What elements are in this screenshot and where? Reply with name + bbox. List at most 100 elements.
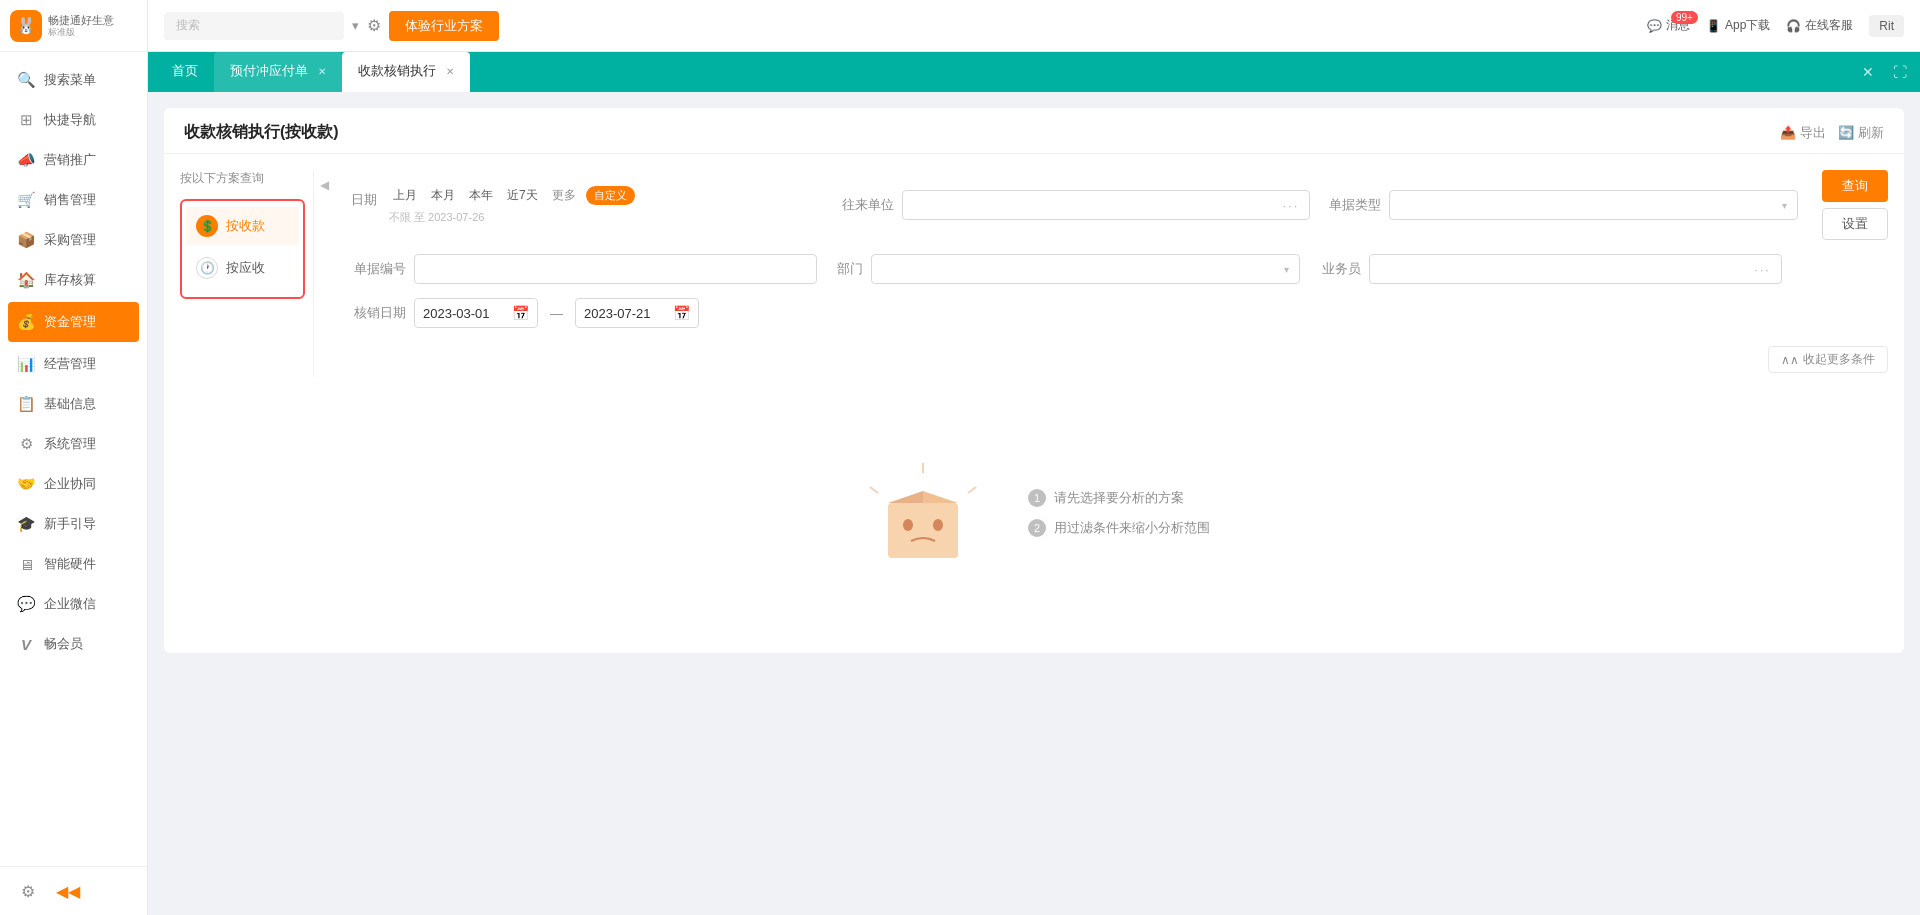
message-icon: 💬 <box>1647 19 1662 33</box>
refresh-btn[interactable]: 🔄 刷新 <box>1838 124 1884 142</box>
bill-type-label: 单据类型 <box>1326 196 1381 214</box>
sidebar-item-operations[interactable]: 📊 经营管理 <box>0 344 147 384</box>
filter-by-receipt[interactable]: 💲 按收款 <box>186 207 299 245</box>
fullscreen-icon[interactable]: ⛶ <box>1888 60 1912 84</box>
filter-by-receivable[interactable]: 🕐 按应收 <box>186 249 299 287</box>
empty-hint-2: 2 用过滤条件来缩小分析范围 <box>1028 519 1210 537</box>
date-options: 上月 本月 本年 近7天 更多 自定义 不限 至 2023-07-26 <box>389 185 635 225</box>
hint-num-2: 2 <box>1028 519 1046 537</box>
empty-hints: 1 请先选择要分析的方案 2 用过滤条件来缩小分析范围 <box>1028 489 1210 537</box>
header-search-box[interactable]: 搜索 <box>164 12 344 40</box>
partner-filter-group: 往来单位 ··· <box>839 190 1311 220</box>
partner-input[interactable]: ··· <box>902 190 1311 220</box>
svg-rect-0 <box>888 503 958 558</box>
tab-prepay[interactable]: 预付冲应付单 ✕ <box>214 52 342 92</box>
sales-icon: 🛒 <box>16 190 36 210</box>
online-service-btn[interactable]: 🎧 在线客服 <box>1786 17 1853 34</box>
tab-home[interactable]: 首页 <box>156 52 214 92</box>
date-more[interactable]: 更多 <box>548 185 580 206</box>
sidebar: 🐰 畅捷通好生意 标准版 🔍 搜索菜单 ⊞ 快捷导航 📣 营销推广 🛒 销售管理… <box>0 0 148 915</box>
header-gear-icon[interactable]: ⚙ <box>367 16 381 35</box>
date-this-month[interactable]: 本月 <box>427 185 459 206</box>
empty-illustration <box>858 453 988 573</box>
message-badge: 99+ <box>1671 11 1698 24</box>
sidebar-item-marketing[interactable]: 📣 营销推广 <box>0 140 147 180</box>
collapse-up-icon: ∧∧ <box>1781 353 1799 367</box>
receivable-option-icon: 🕐 <box>196 257 218 279</box>
svg-point-2 <box>933 519 943 531</box>
sidebar-item-member[interactable]: V 畅会员 <box>0 624 147 664</box>
sidebar-item-sales[interactable]: 🛒 销售管理 <box>0 180 147 220</box>
app-icon: 📱 <box>1706 19 1721 33</box>
dept-select[interactable]: ▾ <box>871 254 1299 284</box>
sidebar-nav: 🔍 搜索菜单 ⊞ 快捷导航 📣 营销推广 🛒 销售管理 📦 采购管理 🏠 库存核… <box>0 52 147 866</box>
sidebar-item-finance[interactable]: 💰 资金管理 <box>8 302 139 342</box>
staff-input[interactable]: ··· <box>1369 254 1782 284</box>
page-card: 收款核销执行(按收款) 📤 导出 🔄 刷新 按以下方案查询 <box>164 108 1904 653</box>
verify-date-start-wrap[interactable]: 📅 <box>414 298 538 328</box>
header-chevron-icon[interactable]: ▾ <box>352 18 359 33</box>
bill-type-select[interactable]: ▾ <box>1389 190 1798 220</box>
hardware-icon: 🖥 <box>16 554 36 574</box>
date-this-year[interactable]: 本年 <box>465 185 497 206</box>
collapse-more-btn[interactable]: ∧∧ 收起更多条件 <box>1768 346 1888 373</box>
export-btn[interactable]: 📤 导出 <box>1780 124 1826 142</box>
message-btn[interactable]: 💬 消息 99+ <box>1647 17 1690 34</box>
partner-label: 往来单位 <box>839 196 894 214</box>
sidebar-item-basicinfo[interactable]: 📋 基础信息 <box>0 384 147 424</box>
date-label: 日期 <box>351 185 381 209</box>
bill-no-input[interactable] <box>414 254 817 284</box>
user-info[interactable]: Rit <box>1869 15 1904 37</box>
empty-svg <box>858 453 988 573</box>
date-custom-badge[interactable]: 自定义 <box>586 186 635 205</box>
tab-receipt-close[interactable]: ✕ <box>446 66 454 77</box>
export-icon: 📤 <box>1780 125 1796 140</box>
svg-point-1 <box>903 519 913 531</box>
empty-state: 1 请先选择要分析的方案 2 用过滤条件来缩小分析范围 <box>164 393 1904 653</box>
query-button[interactable]: 查询 <box>1822 170 1888 202</box>
partner-dots-icon: ··· <box>1283 198 1300 213</box>
date-7days[interactable]: 近7天 <box>503 185 542 206</box>
industry-btn[interactable]: 体验行业方案 <box>389 11 499 41</box>
sidebar-item-guide[interactable]: 🎓 新手引导 <box>0 504 147 544</box>
dept-filter-group: 部门 ▾ <box>833 254 1299 284</box>
date-hint: 不限 至 2023-07-26 <box>389 210 635 225</box>
verify-date-end-wrap[interactable]: 📅 <box>575 298 699 328</box>
tab-prepay-close[interactable]: ✕ <box>318 66 326 77</box>
sidebar-item-purchase[interactable]: 📦 采购管理 <box>0 220 147 260</box>
close-tab-icon[interactable]: ✕ <box>1856 60 1880 84</box>
tab-receipt[interactable]: 收款核销执行 ✕ <box>342 52 470 92</box>
settings-button[interactable]: 设置 <box>1822 208 1888 240</box>
sidebar-item-system[interactable]: ⚙ 系统管理 <box>0 424 147 464</box>
hint-text-2: 用过滤条件来缩小分析范围 <box>1054 519 1210 537</box>
sidebar-item-hardware[interactable]: 🖥 智能硬件 <box>0 544 147 584</box>
sidebar-item-corp[interactable]: 🤝 企业协同 <box>0 464 147 504</box>
sidebar-collapse-arrow[interactable]: ◀ <box>314 170 335 377</box>
top-header: 搜索 ▾ ⚙ 体验行业方案 💬 消息 99+ 📱 App下载 🎧 在线客服 Ri… <box>148 0 1920 52</box>
guide-icon: 🎓 <box>16 514 36 534</box>
sidebar-item-wechat[interactable]: 💬 企业微信 <box>0 584 147 624</box>
filter-row-2: 单据编号 部门 ▾ 业务员 <box>351 254 1888 284</box>
filter-options-box: 💲 按收款 🕐 按应收 <box>180 199 305 299</box>
service-icon: 🎧 <box>1786 19 1801 33</box>
date-last-month[interactable]: 上月 <box>389 185 421 206</box>
basicinfo-icon: 📋 <box>16 394 36 414</box>
staff-dots-icon: ··· <box>1754 262 1771 277</box>
corp-icon: 🤝 <box>16 474 36 494</box>
date-range-dash: — <box>550 306 563 321</box>
verify-date-start-input[interactable] <box>423 306 508 321</box>
verify-date-filter-group: 核销日期 📅 — 📅 <box>351 298 699 328</box>
verify-date-end-cal-icon[interactable]: 📅 <box>673 305 690 321</box>
app-download-btn[interactable]: 📱 App下载 <box>1706 17 1770 34</box>
sidebar-item-inventory[interactable]: 🏠 库存核算 <box>0 260 147 300</box>
sidebar-item-shortcuts[interactable]: ⊞ 快捷导航 <box>0 100 147 140</box>
verify-date-start-cal-icon[interactable]: 📅 <box>512 305 529 321</box>
sidebar-item-search[interactable]: 🔍 搜索菜单 <box>0 60 147 100</box>
page-title: 收款核销执行(按收款) <box>184 122 339 143</box>
verify-date-end-input[interactable] <box>584 306 669 321</box>
settings-icon[interactable]: ⚙ <box>16 879 40 903</box>
filter-form: 日期 上月 本月 本年 近7天 更多 自定义 不限 至 <box>335 170 1904 377</box>
search-icon: 🔍 <box>16 70 36 90</box>
inventory-icon: 🏠 <box>16 270 36 290</box>
collapse-sidebar-button[interactable]: ◀◀ <box>56 879 80 903</box>
